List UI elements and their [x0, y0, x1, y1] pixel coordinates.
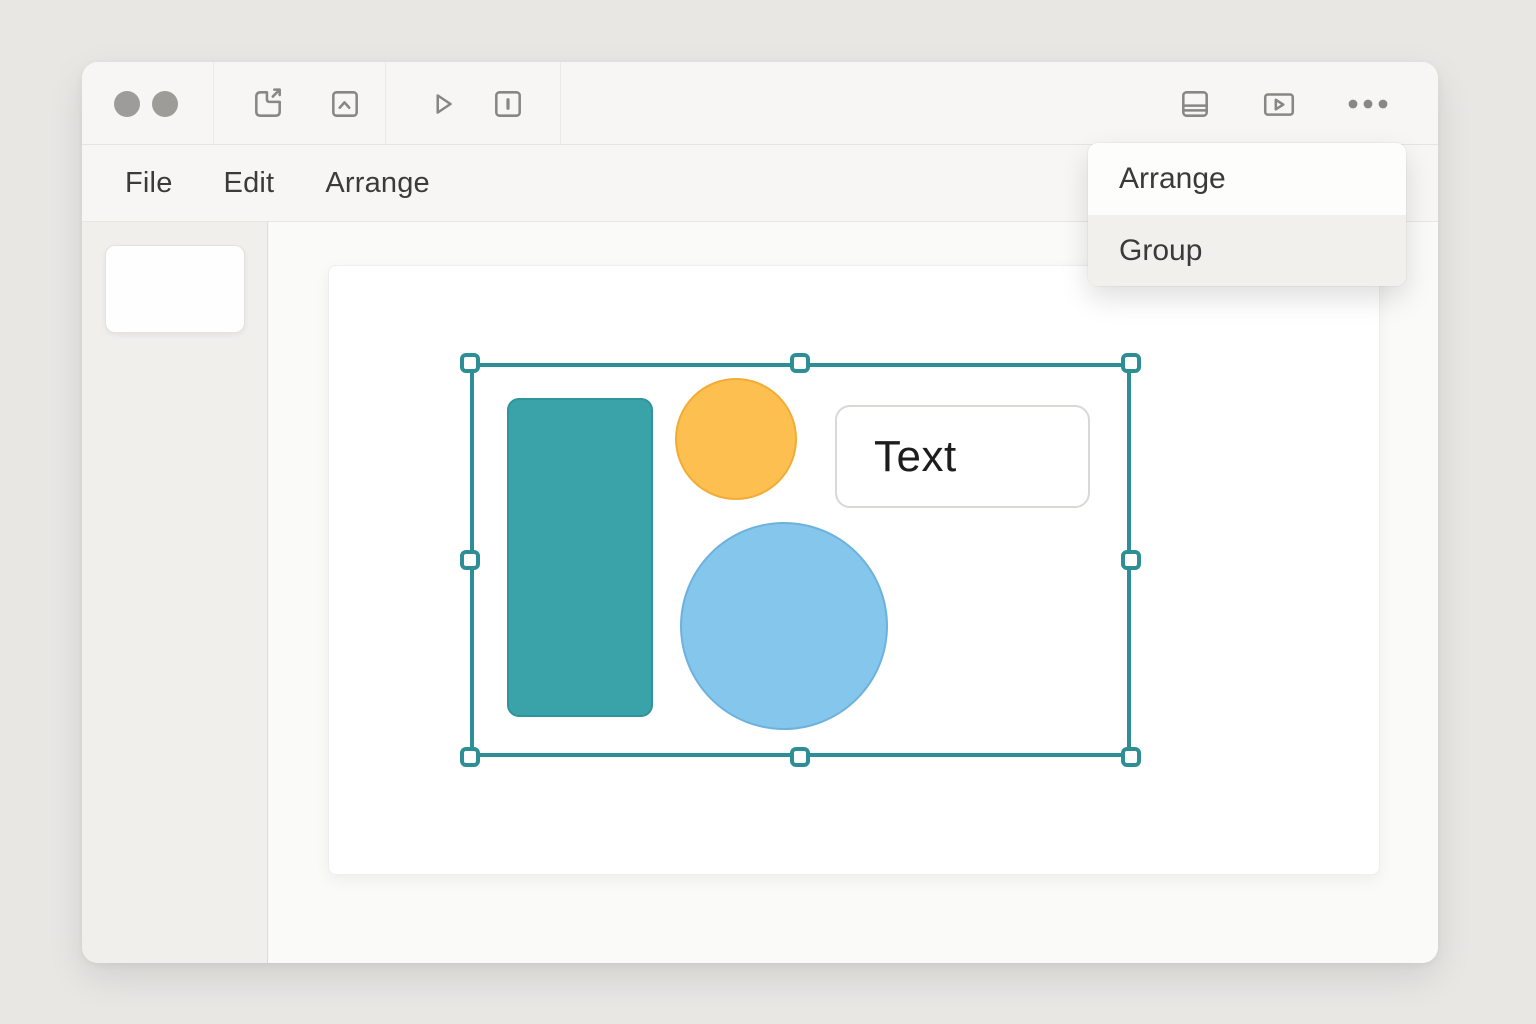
selection-handle-bottom-middle[interactable]	[790, 747, 810, 767]
orange-circle-shape[interactable]	[675, 378, 797, 500]
split-horizontal-icon	[1178, 87, 1212, 121]
export-button[interactable]	[250, 86, 286, 122]
teal-rectangle-shape[interactable]	[507, 398, 653, 717]
toolbar-divider	[385, 62, 386, 145]
menubar-item-file[interactable]: File	[125, 167, 173, 200]
toolbar-divider	[560, 62, 561, 145]
selection-handle-top-middle[interactable]	[790, 353, 810, 373]
present-icon	[1261, 87, 1297, 121]
insert-image-icon	[328, 87, 362, 121]
more-icon	[1347, 98, 1389, 110]
selection-handle-top-left[interactable]	[460, 353, 480, 373]
play-icon	[425, 87, 459, 121]
slide-icon	[491, 87, 525, 121]
selection-handle-bottom-left[interactable]	[460, 747, 480, 767]
export-icon	[251, 87, 285, 121]
insert-image-button[interactable]	[327, 86, 363, 122]
more-button[interactable]	[1347, 86, 1389, 122]
app-window: File Edit Arrange Text Arrange Group	[82, 62, 1438, 963]
slide-sidebar	[82, 222, 268, 963]
present-button[interactable]	[1261, 86, 1297, 122]
selection-handle-top-right[interactable]	[1121, 353, 1141, 373]
context-menu-item-group[interactable]: Group	[1088, 215, 1406, 286]
window-control-dot[interactable]	[152, 91, 178, 117]
blue-circle-shape[interactable]	[680, 522, 888, 730]
selection-handle-middle-left[interactable]	[460, 550, 480, 570]
window-control-dot[interactable]	[114, 91, 140, 117]
slide-thumbnail[interactable]	[105, 245, 245, 333]
play-button[interactable]	[424, 86, 460, 122]
toolbar	[82, 62, 1438, 145]
context-menu: Arrange Group	[1088, 143, 1406, 286]
selection-handle-bottom-right[interactable]	[1121, 747, 1141, 767]
slide-view-button[interactable]	[490, 86, 526, 122]
text-box-label: Text	[874, 431, 957, 481]
toolbar-divider	[213, 62, 214, 145]
context-menu-item-arrange[interactable]: Arrange	[1088, 143, 1406, 215]
split-view-button[interactable]	[1177, 86, 1213, 122]
menubar-item-edit[interactable]: Edit	[224, 167, 275, 200]
text-box-shape[interactable]: Text	[835, 405, 1090, 508]
menubar-item-arrange[interactable]: Arrange	[325, 167, 430, 200]
selection-handle-middle-right[interactable]	[1121, 550, 1141, 570]
